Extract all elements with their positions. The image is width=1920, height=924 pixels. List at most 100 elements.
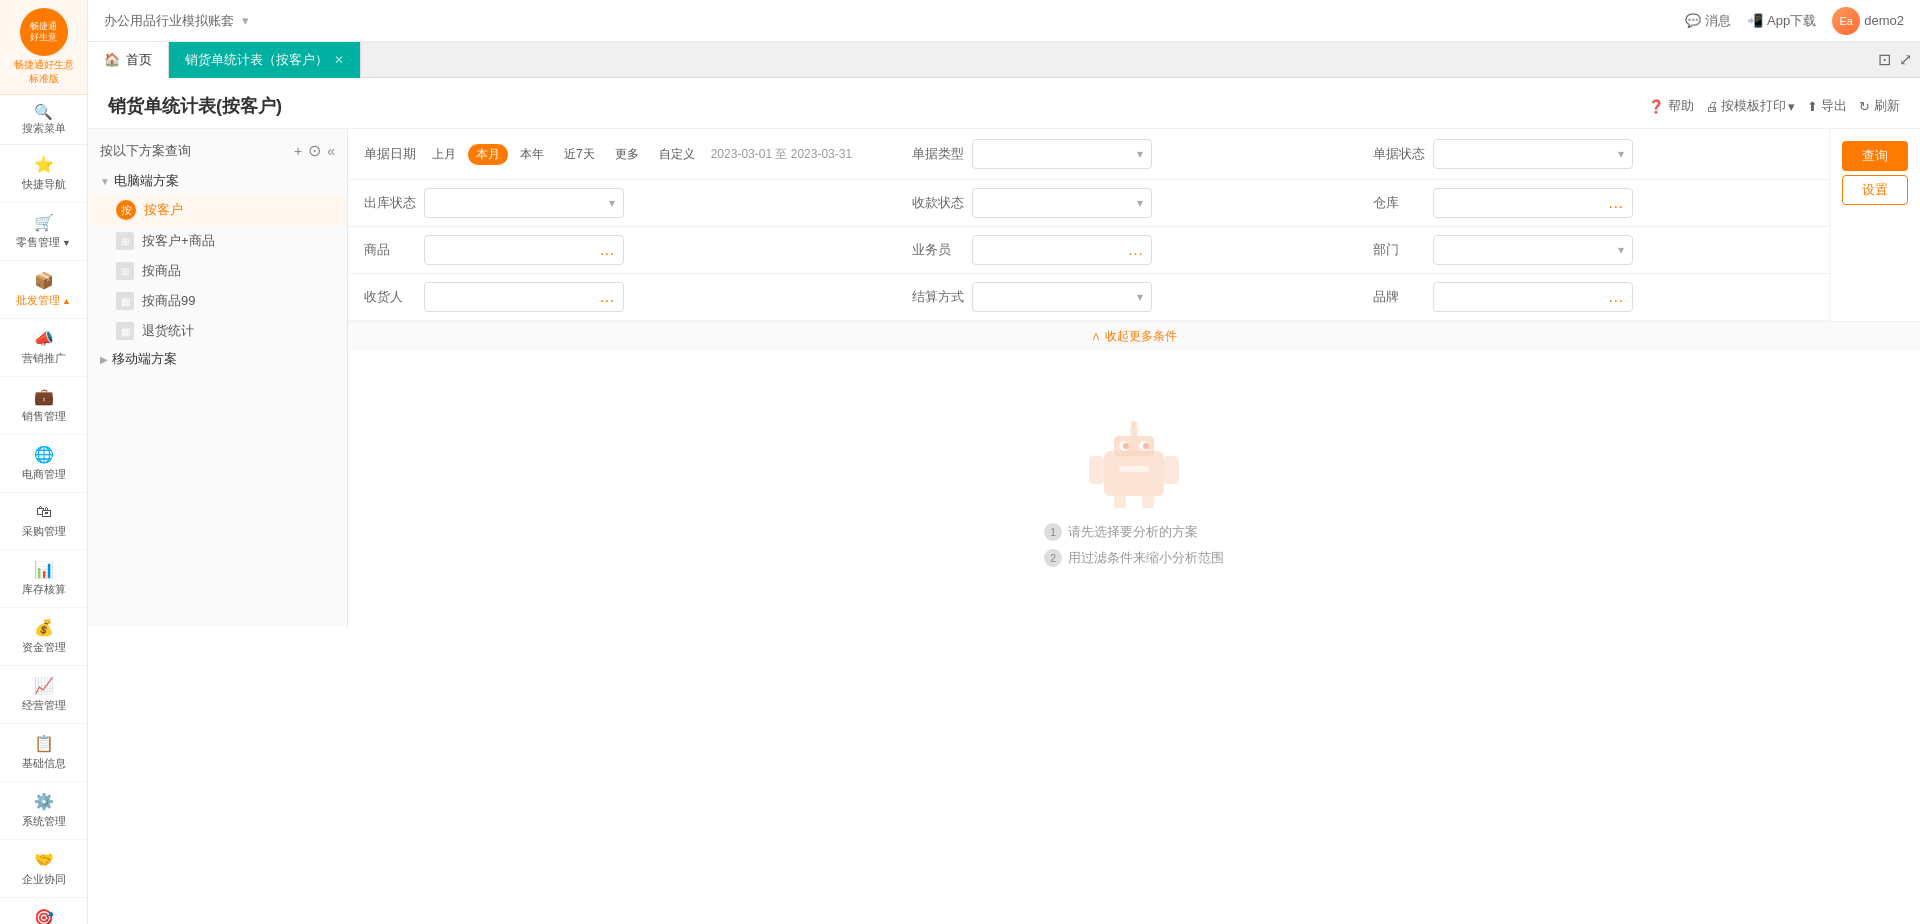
top-area: 按以下方案查询 + ⊙ « ▼ 电脑端方案	[88, 129, 1920, 627]
sidebar-item-inventory[interactable]: 📊 库存核算	[0, 550, 87, 608]
empty-hint-1: 1 请先选择要分析的方案	[1044, 523, 1224, 541]
sidebar-item-marketing[interactable]: 📣 营销推广	[0, 319, 87, 377]
inventory-icon: 📊	[34, 560, 54, 579]
settlement-label: 结算方式	[912, 288, 972, 306]
recipient-label: 收货人	[364, 288, 424, 306]
settlement-select[interactable]: ▾	[972, 282, 1152, 312]
salesperson-select[interactable]: …	[972, 235, 1152, 265]
purchase-icon: 🛍	[36, 503, 52, 521]
dropdown-arrow[interactable]: ▾	[242, 13, 249, 28]
order-type-select[interactable]: ▾	[972, 139, 1152, 169]
scheme-item-goods99[interactable]: ▦ 按商品99	[88, 286, 347, 316]
scheme-group-desktop: ▼ 电脑端方案 按 按客户 ⊞ 按客户+商品 ⊞	[88, 168, 347, 346]
newguide-icon: 🎯	[34, 908, 54, 924]
print-template-btn[interactable]: 🖨 按模板打印 ▾	[1706, 97, 1795, 115]
logo-subtitle: 畅捷通好生意 标准版	[14, 58, 74, 86]
department-arrow: ▾	[1618, 243, 1624, 257]
filter-brand: 品牌 …	[1373, 282, 1813, 312]
brand-label: 品牌	[1373, 288, 1433, 306]
sidebar-item-newguide[interactable]: 🎯 新手引导	[0, 898, 87, 924]
shortcut-icon: ⭐	[34, 155, 54, 174]
date-tab-7days[interactable]: 近7天	[556, 144, 603, 165]
scheme-edit-icon[interactable]: ⊙	[308, 141, 321, 160]
brand-select[interactable]: …	[1433, 282, 1633, 312]
scheme-group-mobile: ▶ 移动端方案	[88, 346, 347, 372]
topbar: 办公用品行业模拟账套 ▾ 💬 消息 📲 App下载 Ea demo2	[88, 0, 1920, 42]
order-status-arrow: ▾	[1618, 147, 1624, 161]
scheme-add-icon[interactable]: +	[294, 143, 302, 159]
sidebar-item-wholesale[interactable]: 📦 批发管理 ▲	[0, 261, 87, 319]
order-type-label: 单据类型	[912, 145, 972, 163]
tab-sales-stat[interactable]: 销货单统计表（按客户） ✕	[169, 42, 361, 78]
help-btn[interactable]: ❓ 帮助	[1648, 97, 1694, 115]
out-status-control: ▾	[424, 188, 892, 218]
svg-point-12	[1131, 421, 1137, 427]
goods-dots: …	[599, 241, 615, 259]
date-tab-this-month[interactable]: 本月	[468, 144, 508, 165]
scheme-group-desktop-header[interactable]: ▼ 电脑端方案	[88, 168, 347, 194]
order-status-select[interactable]: ▾	[1433, 139, 1633, 169]
collapse-icon: ∧	[1091, 329, 1101, 343]
app-download-btn[interactable]: 📲 App下载	[1747, 12, 1816, 30]
tab-minimize-btn[interactable]: ⊡	[1878, 50, 1891, 69]
tab-close-icon[interactable]: ✕	[334, 53, 344, 67]
date-label: 单据日期	[364, 145, 424, 163]
svg-rect-6	[1119, 466, 1149, 472]
settings-button[interactable]: 设置	[1842, 175, 1908, 205]
query-button[interactable]: 查询	[1842, 141, 1908, 171]
search-menu[interactable]: 🔍 搜索菜单	[0, 95, 87, 145]
collapse-bar[interactable]: ∧ 收起更多条件	[348, 321, 1920, 351]
tree-expand-icon: ▼	[100, 176, 110, 187]
filter-out-status: 出库状态 ▾	[364, 188, 892, 218]
goods-select[interactable]: …	[424, 235, 624, 265]
basic-info-icon: 📋	[34, 734, 54, 753]
date-tab-last-month[interactable]: 上月	[424, 144, 464, 165]
scheme-group-mobile-header[interactable]: ▶ 移动端方案	[88, 346, 347, 372]
main-area: 办公用品行业模拟账套 ▾ 💬 消息 📲 App下载 Ea demo2 🏠 首页 …	[88, 0, 1920, 924]
scheme-goods99-icon: ▦	[116, 292, 134, 310]
empty-text-list: 1 请先选择要分析的方案 2 用过滤条件来缩小分析范围	[1044, 523, 1224, 567]
sidebar-item-enterprise[interactable]: 🤝 企业协同	[0, 840, 87, 898]
export-btn[interactable]: ⬆ 导出	[1807, 97, 1847, 115]
operations-icon: 📈	[34, 676, 54, 695]
recipient-select[interactable]: …	[424, 282, 624, 312]
svg-point-4	[1123, 443, 1129, 449]
goods-label: 商品	[364, 241, 424, 259]
print-icon: 🖨	[1706, 99, 1719, 114]
sidebar-item-system[interactable]: ⚙️ 系统管理	[0, 782, 87, 840]
sidebar-item-shortcut[interactable]: ⭐ 快捷导航	[0, 145, 87, 203]
tab-maximize-btn[interactable]: ⤢	[1899, 50, 1912, 69]
message-btn[interactable]: 💬 消息	[1685, 12, 1731, 30]
date-tab-this-year[interactable]: 本年	[512, 144, 552, 165]
refresh-btn[interactable]: ↻ 刷新	[1859, 97, 1900, 115]
ecommerce-icon: 🌐	[34, 445, 54, 464]
svg-point-5	[1143, 443, 1149, 449]
download-icon: 📲	[1747, 13, 1763, 28]
scheme-item-return[interactable]: ▦ 退货统计	[88, 316, 347, 346]
department-select[interactable]: ▾	[1433, 235, 1633, 265]
scheme-collapse-icon[interactable]: «	[327, 143, 335, 159]
user-avatar-btn[interactable]: Ea demo2	[1832, 7, 1904, 35]
tab-home[interactable]: 🏠 首页	[88, 42, 169, 78]
enterprise-icon: 🤝	[34, 850, 54, 869]
salesperson-label: 业务员	[912, 241, 972, 259]
warehouse-select[interactable]: …	[1433, 188, 1633, 218]
date-tab-custom[interactable]: 自定义	[651, 144, 703, 165]
sidebar-item-basic-info[interactable]: 📋 基础信息	[0, 724, 87, 782]
sidebar-item-finance[interactable]: 💰 资金管理	[0, 608, 87, 666]
sidebar-item-sales[interactable]: 💼 销售管理	[0, 377, 87, 435]
receipt-status-control: ▾	[972, 188, 1352, 218]
receipt-status-select[interactable]: ▾	[972, 188, 1152, 218]
out-status-arrow: ▾	[609, 196, 615, 210]
sidebar-item-purchase[interactable]: 🛍 采购管理	[0, 493, 87, 550]
sidebar: 畅捷通好生意 畅捷通好生意 标准版 🔍 搜索菜单 ⭐ 快捷导航 🛒 零售管理 ▼…	[0, 0, 88, 924]
scheme-item-goods[interactable]: ⊞ 按商品	[88, 256, 347, 286]
sidebar-item-retail[interactable]: 🛒 零售管理 ▼	[0, 203, 87, 261]
date-range: 2023-03-01 至 2023-03-31	[711, 146, 852, 163]
scheme-item-customer-goods[interactable]: ⊞ 按客户+商品	[88, 226, 347, 256]
sidebar-item-ecommerce[interactable]: 🌐 电商管理	[0, 435, 87, 493]
out-status-select[interactable]: ▾	[424, 188, 624, 218]
date-tab-more[interactable]: 更多	[607, 144, 647, 165]
sidebar-item-operations[interactable]: 📈 经营管理	[0, 666, 87, 724]
scheme-item-customer[interactable]: 按 按客户	[88, 194, 347, 226]
